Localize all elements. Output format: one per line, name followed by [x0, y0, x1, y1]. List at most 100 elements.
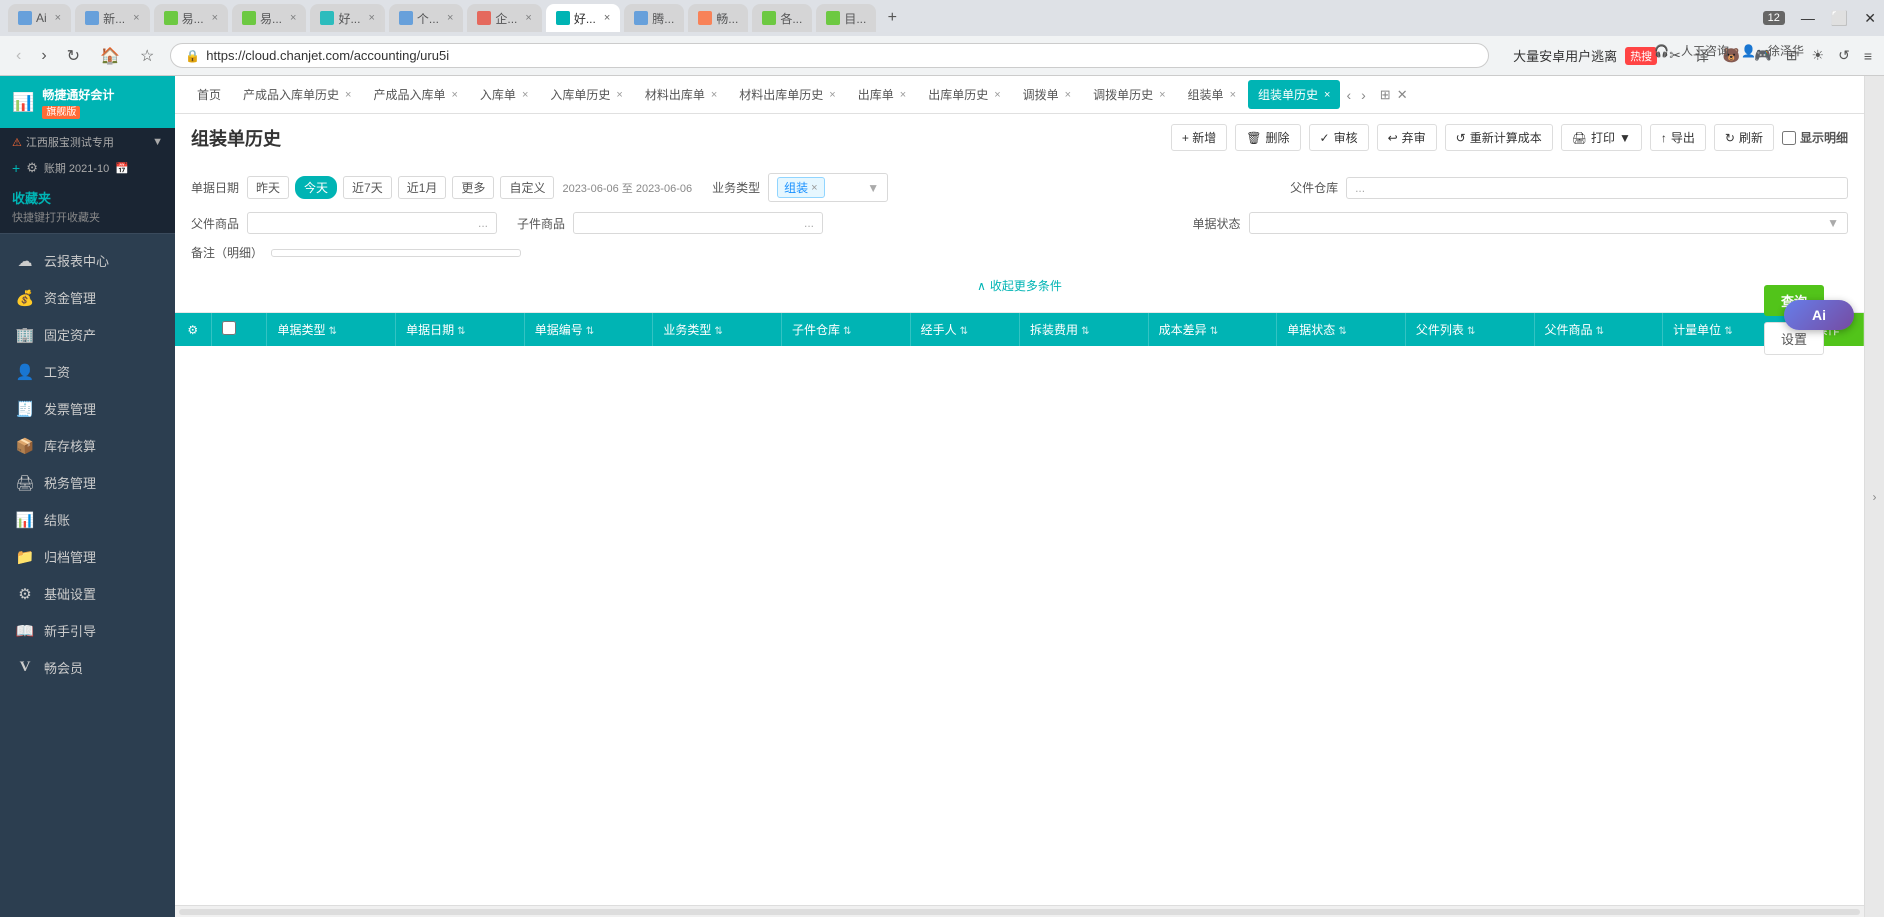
col-cost-diff[interactable]: 成本差异⇅ — [1148, 313, 1277, 346]
app-tab-material-outstock[interactable]: 材料出库单 × — [635, 80, 727, 109]
tab-close-icon[interactable]: × — [994, 89, 1000, 101]
browser-tab-9[interactable]: 畅... — [688, 4, 748, 32]
sidebar-item-fixed-assets[interactable]: 🏢 固定资产 — [0, 316, 175, 353]
browser-tab-ai[interactable]: Ai × — [8, 4, 71, 32]
browser-tab-6[interactable]: 企... × — [467, 4, 541, 32]
settings-icon[interactable]: ⚙ — [26, 160, 38, 176]
browser-tab-1[interactable]: 新... × — [75, 4, 149, 32]
minimize-button[interactable]: — — [1801, 10, 1815, 26]
browser-tab-8[interactable]: 腾... — [624, 4, 684, 32]
undo-icon[interactable]: ↺ — [1838, 47, 1850, 64]
order-status-select[interactable]: ▼ — [1249, 212, 1848, 234]
last7days-btn[interactable]: 近7天 — [343, 176, 392, 199]
browser-tab-3[interactable]: 易... × — [232, 4, 306, 32]
address-input[interactable]: 🔒 https://cloud.chanjet.com/accounting/u… — [170, 43, 1489, 68]
maximize-button[interactable]: ⬜ — [1831, 10, 1848, 27]
sidebar-item-salary[interactable]: 👤 工资 — [0, 353, 175, 390]
app-tab-outstock[interactable]: 出库单 × — [848, 80, 916, 109]
custom-date-btn[interactable]: 自定义 — [500, 176, 554, 199]
browser-tab-5[interactable]: 个... × — [389, 4, 463, 32]
note-input[interactable] — [271, 249, 521, 257]
tab-close-icon[interactable]: × — [1324, 89, 1330, 101]
browser-tab-10[interactable]: 各... — [752, 4, 812, 32]
forward-button[interactable]: › — [37, 43, 50, 69]
app-tab-product-instock[interactable]: 产成品入库单 × — [363, 80, 467, 109]
parent-warehouse-more[interactable]: ... — [1355, 181, 1365, 195]
tab-close-icon[interactable]: × — [522, 89, 528, 101]
tab-close-icon[interactable]: × — [212, 12, 218, 24]
col-order-status[interactable]: 单据状态⇅ — [1277, 313, 1406, 346]
tab-close-icon[interactable]: × — [525, 12, 531, 24]
ai-bubble[interactable]: Ai — [1784, 300, 1854, 330]
back-button[interactable]: ‹ — [12, 43, 25, 69]
tab-close-icon[interactable]: × — [616, 89, 622, 101]
home-button[interactable]: 🏠 — [96, 42, 124, 70]
app-tab-instock-history[interactable]: 入库单历史 × — [540, 80, 632, 109]
parent-goods-input[interactable]: ... — [247, 212, 497, 234]
refresh-button[interactable]: ↻ 刷新 — [1714, 124, 1774, 151]
export-button[interactable]: ↑ 导出 — [1650, 124, 1706, 151]
col-biz-type[interactable]: 业务类型⇅ — [653, 313, 782, 346]
star-button[interactable]: ☆ — [136, 42, 158, 70]
app-tab-material-outstock-history[interactable]: 材料出库单历史 × — [729, 80, 845, 109]
new-button[interactable]: + 新增 — [1171, 124, 1227, 151]
app-tab-transfer-history[interactable]: 调拨单历史 × — [1083, 80, 1175, 109]
tab-close-icon[interactable]: × — [1159, 89, 1165, 101]
sidebar-item-checkout[interactable]: 📊 结账 — [0, 501, 175, 538]
tab-close-icon[interactable]: × — [829, 89, 835, 101]
print-dropdown-icon[interactable]: ▼ — [1619, 131, 1631, 145]
sidebar-item-guide[interactable]: 📖 新手引导 — [0, 612, 175, 649]
menu-icon[interactable]: ≡ — [1864, 48, 1872, 64]
tab-close-icon[interactable]: × — [55, 12, 61, 24]
sidebar-item-invoice[interactable]: 🧾 发票管理 — [0, 390, 175, 427]
tab-scroll-right[interactable]: › — [1357, 87, 1370, 103]
more-date-btn[interactable]: 更多 — [452, 176, 494, 199]
app-tab-instock[interactable]: 入库单 × — [470, 80, 538, 109]
sidebar-item-settings[interactable]: ⚙ 基础设置 — [0, 575, 175, 612]
tab-scroll-left[interactable]: ‹ — [1342, 87, 1355, 103]
sidebar-item-fund-management[interactable]: 💰 资金管理 — [0, 279, 175, 316]
col-parent-goods[interactable]: 父件商品⇅ — [1534, 313, 1663, 346]
app-tab-home[interactable]: 首页 — [187, 80, 231, 109]
sidebar-item-archive[interactable]: 📁 归档管理 — [0, 538, 175, 575]
calendar-icon[interactable]: 📅 — [115, 162, 129, 175]
recalculate-button[interactable]: ↺ 重新计算成本 — [1445, 124, 1553, 151]
audit-button[interactable]: ✓ 审核 — [1309, 124, 1369, 151]
tab-close-icon[interactable]: × — [345, 89, 351, 101]
collapse-button[interactable]: ∧ 收起更多条件 — [191, 271, 1848, 300]
parent-warehouse-input[interactable]: ... — [1346, 177, 1848, 199]
sidebar-item-inventory[interactable]: 📦 库存核算 — [0, 427, 175, 464]
yesterday-btn[interactable]: 昨天 — [247, 176, 289, 199]
tab-close-icon[interactable]: × — [368, 12, 374, 24]
tab-close-icon[interactable]: × — [711, 89, 717, 101]
parent-goods-more[interactable]: ... — [478, 216, 488, 230]
col-disassembly-cost[interactable]: 拆装费用⇅ — [1020, 313, 1149, 346]
sidebar-item-tax[interactable]: 🖨 税务管理 — [0, 464, 175, 501]
app-tab-assembly-history[interactable]: 组装单历史 × — [1248, 80, 1340, 109]
col-handler[interactable]: 经手人⇅ — [910, 313, 1019, 346]
child-goods-input[interactable]: ... — [573, 212, 823, 234]
biz-type-tag-close[interactable]: × — [811, 182, 817, 194]
abandon-button[interactable]: ↩ 弃审 — [1377, 124, 1437, 151]
tab-close-icon[interactable]: × — [133, 12, 139, 24]
scrollbar[interactable] — [175, 905, 1864, 917]
sidebar-company[interactable]: ⚠ 江西服宝测试专用 ▼ — [0, 128, 175, 156]
delete-button[interactable]: 🗑 删除 — [1235, 124, 1300, 151]
close-button[interactable]: ✕ — [1864, 10, 1876, 27]
table-settings-col[interactable]: ⚙ — [175, 313, 211, 346]
right-panel-toggle[interactable]: › — [1864, 76, 1884, 917]
browser-tab-2[interactable]: 易... × — [154, 4, 228, 32]
biz-type-select[interactable]: 组装 × ▼ — [768, 173, 888, 202]
print-button[interactable]: 🖨 打印 ▼ — [1561, 124, 1642, 151]
tab-close-icon[interactable]: × — [447, 12, 453, 24]
last1month-btn[interactable]: 近1月 — [398, 176, 447, 199]
child-goods-more[interactable]: ... — [804, 216, 814, 230]
table-checkbox-col[interactable] — [211, 313, 267, 346]
col-type[interactable]: 单据类型⇅ — [267, 313, 396, 346]
tab-close-icon[interactable]: × — [900, 89, 906, 101]
order-status-dropdown-icon[interactable]: ▼ — [1827, 216, 1839, 230]
tab-close-icon[interactable]: × — [290, 12, 296, 24]
scrollbar-track[interactable] — [179, 909, 1860, 915]
consult-label[interactable]: 人工咨询 — [1681, 42, 1729, 59]
tab-close-icon[interactable]: × — [1230, 89, 1236, 101]
